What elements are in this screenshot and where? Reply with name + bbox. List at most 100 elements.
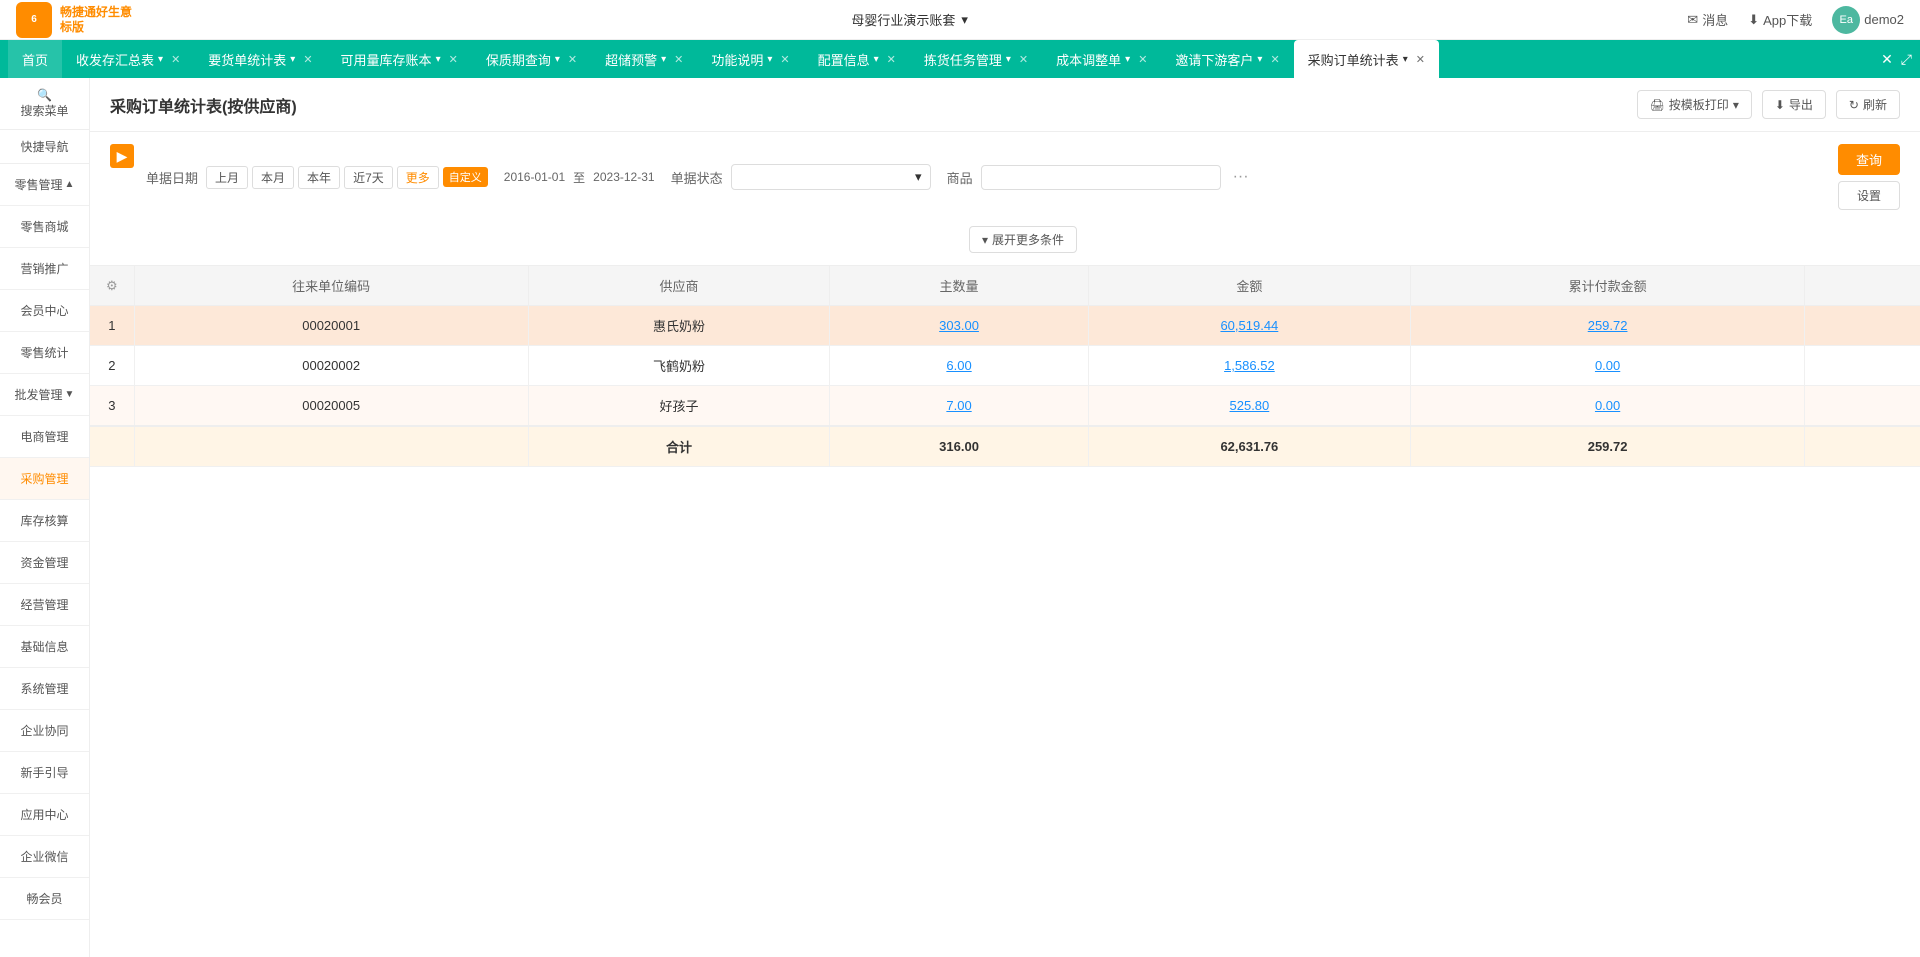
row-1-qty-link[interactable]: 303.00 <box>939 318 979 333</box>
row-1-supplier: 惠氏奶粉 <box>528 306 830 346</box>
query-button[interactable]: 查询 <box>1838 144 1900 175</box>
sidebar-item-inventory[interactable]: 库存核算 <box>0 500 89 542</box>
sidebar-item-base-info[interactable]: 基础信息 <box>0 626 89 668</box>
tab-home[interactable]: 首页 <box>8 40 62 78</box>
export-label: 导出 <box>1789 96 1813 113</box>
tab-3-close[interactable]: ✕ <box>449 53 458 66</box>
tab-11[interactable]: 采购订单统计表 ▾ ✕ <box>1294 40 1439 78</box>
tab-3[interactable]: 可用量库存账本 ▾ ✕ <box>327 40 472 78</box>
row-1-amount-link[interactable]: 60,519.44 <box>1220 318 1278 333</box>
tab-6[interactable]: 功能说明 ▾ ✕ <box>697 40 803 78</box>
sidebar-search[interactable]: 🔍 搜索菜单 <box>0 78 89 130</box>
user-profile[interactable]: Ea demo2 <box>1832 6 1904 34</box>
table-footer-row: 合计 316.00 62,631.76 259.72 <box>90 426 1920 467</box>
filter-toggle-button[interactable]: ▶ <box>110 144 134 168</box>
sidebar-item-app-center[interactable]: 应用中心 <box>0 794 89 836</box>
tab-1[interactable]: 收发存汇总表 ▾ ✕ <box>62 40 194 78</box>
goods-input[interactable] <box>981 165 1221 190</box>
row-3-qty-link[interactable]: 7.00 <box>946 398 971 413</box>
tab-1-close[interactable]: ✕ <box>171 53 180 66</box>
template-print-button[interactable]: 🖨 按模板打印 ▾ <box>1637 90 1752 119</box>
date-7days-btn[interactable]: 近7天 <box>344 166 393 189</box>
row-2-code: 00020002 <box>134 346 528 386</box>
sidebar-quick-nav[interactable]: 快捷导航 <box>0 130 89 164</box>
row-3-extra <box>1805 386 1920 427</box>
goods-more-icon[interactable]: ··· <box>1233 168 1249 186</box>
sidebar-inventory-label: 库存核算 <box>20 514 68 528</box>
tab-2[interactable]: 要货单统计表 ▾ ✕ <box>194 40 326 78</box>
row-1-amount: 60,519.44 <box>1088 306 1410 346</box>
footer-paid: 259.72 <box>1411 426 1805 467</box>
row-2-qty-link[interactable]: 6.00 <box>946 358 971 373</box>
row-2-paid-link[interactable]: 0.00 <box>1595 358 1620 373</box>
filter-main-row: 单据日期 上月 本月 本年 近7天 更多 自定义 <box>146 144 1900 210</box>
nav-tabs: 首页 收发存汇总表 ▾ ✕ 要货单统计表 ▾ ✕ 可用量库存账本 ▾ ✕ 保质期… <box>0 40 1920 78</box>
sidebar-item-marketing[interactable]: 营销推广 <box>0 248 89 290</box>
row-1-paid: 259.72 <box>1411 306 1805 346</box>
tab-2-close[interactable]: ✕ <box>303 53 312 66</box>
date-last-month-btn[interactable]: 上月 <box>206 166 248 189</box>
tab-9[interactable]: 成本调整单 ▾ ✕ <box>1042 40 1161 78</box>
row-3-amount-link[interactable]: 525.80 <box>1230 398 1270 413</box>
row-2-paid: 0.00 <box>1411 346 1805 386</box>
tab-9-close[interactable]: ✕ <box>1138 53 1147 66</box>
sidebar-item-business[interactable]: 经营管理 <box>0 584 89 626</box>
date-filter-label: 单据日期 <box>146 168 198 187</box>
settings-button[interactable]: 设置 <box>1838 181 1900 210</box>
row-3-paid-link[interactable]: 0.00 <box>1595 398 1620 413</box>
sidebar-item-finance[interactable]: 资金管理 <box>0 542 89 584</box>
tab-6-close[interactable]: ✕ <box>780 53 789 66</box>
tab-5-label: 超储预警 <box>605 50 657 69</box>
tab-8[interactable]: 拣货任务管理 ▾ ✕ <box>910 40 1042 78</box>
message-button[interactable]: ✉ 消息 <box>1687 10 1728 29</box>
tab-10[interactable]: 邀请下游客户 ▾ ✕ <box>1161 40 1293 78</box>
sidebar-item-ecommerce[interactable]: 电商管理 <box>0 416 89 458</box>
tab-9-label: 成本调整单 <box>1056 50 1121 69</box>
sidebar-base-info-label: 基础信息 <box>20 640 68 654</box>
tab-3-arrow: ▾ <box>436 54 441 65</box>
sidebar-item-wholesale[interactable]: 批发管理 ▼ <box>0 374 89 416</box>
tab-11-arrow: ▾ <box>1403 54 1408 65</box>
date-more-btn[interactable]: 更多 <box>397 166 439 189</box>
sidebar-item-wechat[interactable]: 企业微信 <box>0 836 89 878</box>
message-label: 消息 <box>1702 10 1728 29</box>
row-2-amount-link[interactable]: 1,586.52 <box>1224 358 1275 373</box>
footer-empty2 <box>134 426 528 467</box>
maximize-icon[interactable]: ⤢ <box>1901 51 1912 68</box>
tab-5-close[interactable]: ✕ <box>674 53 683 66</box>
sidebar-marketing-label: 营销推广 <box>20 262 68 276</box>
tab-4[interactable]: 保质期查询 ▾ ✕ <box>472 40 591 78</box>
export-button[interactable]: ⬇ 导出 <box>1762 90 1826 119</box>
app-download-button[interactable]: ⬇ App下载 <box>1748 10 1812 29</box>
footer-empty <box>90 426 134 467</box>
tab-7[interactable]: 配置信息 ▾ ✕ <box>804 40 910 78</box>
tab-8-close[interactable]: ✕ <box>1019 53 1028 66</box>
sidebar-item-retail-mgmt[interactable]: 零售管理 ▲ <box>0 164 89 206</box>
tab-5[interactable]: 超储预警 ▾ ✕ <box>591 40 697 78</box>
row-1-code: 00020001 <box>134 306 528 346</box>
gear-icon[interactable]: ⚙ <box>106 278 118 293</box>
status-select[interactable]: ▾ <box>731 164 931 190</box>
tab-7-close[interactable]: ✕ <box>887 53 896 66</box>
refresh-button[interactable]: ↻ 刷新 <box>1836 90 1900 119</box>
date-this-month-btn[interactable]: 本月 <box>252 166 294 189</box>
sidebar-item-enterprise[interactable]: 企业协同 <box>0 710 89 752</box>
row-1-qty: 303.00 <box>830 306 1088 346</box>
sidebar-item-sys-mgmt[interactable]: 系统管理 <box>0 668 89 710</box>
tab-10-close[interactable]: ✕ <box>1270 53 1279 66</box>
tab-4-close[interactable]: ✕ <box>568 53 577 66</box>
close-all-icon[interactable]: ✕ <box>1881 51 1893 68</box>
sidebar-item-member-plus[interactable]: 畅会员 <box>0 878 89 920</box>
date-this-year-btn[interactable]: 本年 <box>298 166 340 189</box>
tab-2-label: 要货单统计表 <box>208 50 286 69</box>
sidebar-item-retail-store[interactable]: 零售商城 <box>0 206 89 248</box>
sidebar-item-newbie[interactable]: 新手引导 <box>0 752 89 794</box>
expand-conditions-button[interactable]: ▾ 展开更多条件 <box>969 226 1077 253</box>
sidebar-item-purchase[interactable]: 采购管理 <box>0 458 89 500</box>
workspace-selector[interactable]: 母婴行业演示账套 ▾ <box>851 10 968 29</box>
sidebar-item-member[interactable]: 会员中心 <box>0 290 89 332</box>
sidebar-item-retail-stats[interactable]: 零售统计 <box>0 332 89 374</box>
tab-11-close[interactable]: ✕ <box>1416 53 1425 66</box>
tab-8-arrow: ▾ <box>1006 54 1011 65</box>
row-1-paid-link[interactable]: 259.72 <box>1588 318 1628 333</box>
